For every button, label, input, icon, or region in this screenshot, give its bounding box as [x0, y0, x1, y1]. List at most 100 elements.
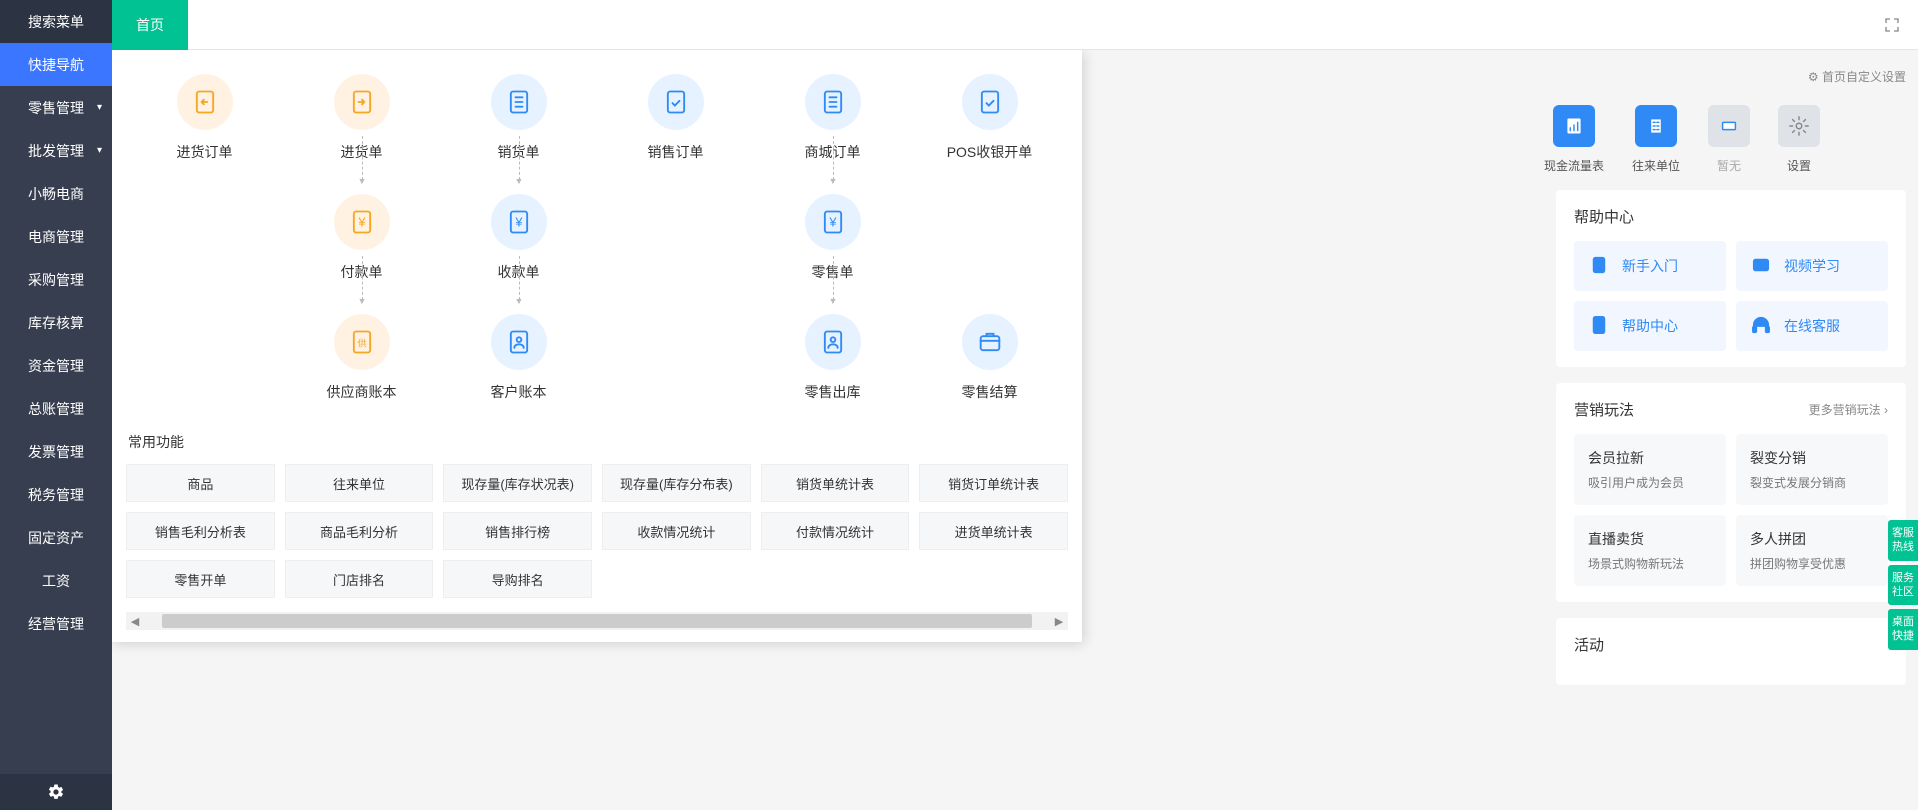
- common-function-button[interactable]: 付款情况统计: [761, 512, 910, 550]
- flow-item[interactable]: 销售订单: [597, 74, 754, 174]
- customize-link[interactable]: ⚙ 首页自定义设置: [1556, 68, 1906, 85]
- help-card: 帮助中心 新手入门视频学习帮助中心在线客服: [1556, 190, 1906, 367]
- quick-item[interactable]: 往来单位: [1632, 105, 1680, 174]
- float-button[interactable]: 客服热线: [1888, 520, 1918, 561]
- sidebar-item-ecom2[interactable]: 电商管理: [0, 215, 112, 258]
- flow-label: 销售订单: [648, 142, 704, 162]
- help-button[interactable]: 在线客服: [1736, 301, 1888, 351]
- help-button[interactable]: 视频学习: [1736, 241, 1888, 291]
- activity-card-title: 活动: [1574, 634, 1888, 655]
- fullscreen-button[interactable]: [1878, 11, 1906, 39]
- common-function-button[interactable]: 销售毛利分析表: [126, 512, 275, 550]
- flow-item[interactable]: 进货单: [283, 74, 440, 174]
- settle-icon: [962, 314, 1018, 370]
- flow-item[interactable]: ¥付款单: [283, 194, 440, 294]
- common-function-button[interactable]: 往来单位: [285, 464, 434, 502]
- scroll-right-arrow[interactable]: ▶: [1050, 615, 1068, 628]
- common-function-button[interactable]: 销货订单统计表: [919, 464, 1068, 502]
- common-function-button[interactable]: 销售排行榜: [443, 512, 592, 550]
- sidebar-settings-button[interactable]: [0, 774, 112, 810]
- sidebar-item-search[interactable]: 搜索菜单: [0, 0, 112, 43]
- flow-item[interactable]: 客户账本: [440, 314, 597, 414]
- sidebar-item-biz[interactable]: 经营管理: [0, 602, 112, 645]
- clipboard-icon: [1588, 254, 1610, 279]
- flow-item[interactable]: 销货单: [440, 74, 597, 174]
- flow-item[interactable]: ¥零售单: [754, 194, 911, 294]
- flow-item[interactable]: 商城订单: [754, 74, 911, 174]
- common-function-button[interactable]: 进货单统计表: [919, 512, 1068, 550]
- tab-label: 首页: [136, 15, 164, 35]
- sidebar-label: 小畅电商: [28, 184, 84, 204]
- quick-item[interactable]: 暂无: [1708, 105, 1750, 174]
- flyout-scrollbar[interactable]: ◀ ▶: [126, 612, 1068, 630]
- quick-item[interactable]: 设置: [1778, 105, 1820, 174]
- topbar: 首页: [112, 0, 1918, 50]
- sidebar-item-tax[interactable]: 税务管理: [0, 473, 112, 516]
- flow-label: 零售结算: [962, 382, 1018, 402]
- scroll-track[interactable]: [162, 614, 1032, 628]
- common-function-button[interactable]: 现存量(库存状况表): [443, 464, 592, 502]
- sidebar-item-assets[interactable]: 固定资产: [0, 516, 112, 559]
- sidebar-item-inventory[interactable]: 库存核算: [0, 301, 112, 344]
- market-title: 直播卖货: [1588, 529, 1712, 549]
- flow-label: 客户账本: [491, 382, 547, 402]
- common-function-button[interactable]: 门店排名: [285, 560, 434, 598]
- market-item[interactable]: 多人拼团拼团购物享受优惠: [1736, 515, 1888, 586]
- customize-label: 首页自定义设置: [1822, 70, 1906, 84]
- flow-item[interactable]: ¥收款单: [440, 194, 597, 294]
- quick-label: 设置: [1787, 157, 1811, 174]
- headset-icon: [1750, 314, 1772, 339]
- sidebar-item-funds[interactable]: 资金管理: [0, 344, 112, 387]
- market-item[interactable]: 裂变分销裂变式发展分销商: [1736, 434, 1888, 505]
- activity-card: 活动: [1556, 618, 1906, 685]
- person-doc-icon: [491, 314, 547, 370]
- flow-item[interactable]: 进货订单: [126, 74, 283, 174]
- flow-label: POS收银开单: [947, 142, 1033, 162]
- flow-item[interactable]: 供供应商账本: [283, 314, 440, 414]
- arrow-down-icon: [833, 136, 834, 180]
- tab-home[interactable]: 首页: [112, 0, 188, 50]
- float-button[interactable]: 服务社区: [1888, 565, 1918, 606]
- sidebar-label: 零售管理: [28, 98, 84, 118]
- sidebar: 搜索菜单 快捷导航 零售管理 ▾ 批发管理▾ 小畅电商 电商管理 采购管理 库存核…: [0, 0, 112, 810]
- help-button[interactable]: 帮助中心: [1574, 301, 1726, 351]
- sidebar-item-quicknav[interactable]: 快捷导航: [0, 43, 112, 86]
- common-function-button[interactable]: 现存量(库存分布表): [602, 464, 751, 502]
- common-function-button[interactable]: 销货单统计表: [761, 464, 910, 502]
- common-function-button[interactable]: 导购排名: [443, 560, 592, 598]
- building-icon: [1635, 105, 1677, 147]
- sidebar-item-salary[interactable]: 工资: [0, 559, 112, 602]
- sidebar-label: 采购管理: [28, 270, 84, 290]
- market-sub: 裂变式发展分销商: [1750, 474, 1874, 491]
- flow-item[interactable]: POS收银开单: [911, 74, 1068, 174]
- right-column: ⚙ 首页自定义设置 现金流量表往来单位暂无设置 帮助中心 新手入门视频学习帮助中…: [1556, 68, 1906, 685]
- sidebar-item-retail[interactable]: 零售管理 ▾: [0, 86, 112, 129]
- market-item[interactable]: 直播卖货场景式购物新玩法: [1574, 515, 1726, 586]
- float-button[interactable]: 桌面快捷: [1888, 609, 1918, 650]
- doc-out-icon: [334, 74, 390, 130]
- common-function-button[interactable]: 收款情况统计: [602, 512, 751, 550]
- doc-in-icon: [177, 74, 233, 130]
- arrow-down-icon: [519, 256, 520, 300]
- svg-text:¥: ¥: [357, 215, 366, 230]
- common-function-button[interactable]: 商品毛利分析: [285, 512, 434, 550]
- sidebar-item-wholesale[interactable]: 批发管理▾: [0, 129, 112, 172]
- sidebar-item-ledger[interactable]: 总账管理: [0, 387, 112, 430]
- scroll-left-arrow[interactable]: ◀: [126, 615, 144, 628]
- common-function-button[interactable]: 零售开单: [126, 560, 275, 598]
- sidebar-item-ecom1[interactable]: 小畅电商: [0, 172, 112, 215]
- common-function-button[interactable]: 商品: [126, 464, 275, 502]
- market-item[interactable]: 会员拉新吸引用户成为会员: [1574, 434, 1726, 505]
- chevron-down-icon: ▾: [97, 102, 102, 113]
- sidebar-item-invoice[interactable]: 发票管理: [0, 430, 112, 473]
- market-more-link[interactable]: 更多营销玩法 ›: [1809, 401, 1888, 418]
- sidebar-item-purchase[interactable]: 采购管理: [0, 258, 112, 301]
- quick-item[interactable]: 现金流量表: [1544, 105, 1604, 174]
- market-sub: 拼团购物享受优惠: [1750, 555, 1874, 572]
- arrow-down-icon: [362, 136, 363, 180]
- sidebar-label: 资金管理: [28, 356, 84, 376]
- help-button[interactable]: 新手入门: [1574, 241, 1726, 291]
- flow-item[interactable]: 零售出库: [754, 314, 911, 414]
- flow-item[interactable]: 零售结算: [911, 314, 1068, 414]
- help-card-title: 帮助中心: [1574, 206, 1888, 227]
